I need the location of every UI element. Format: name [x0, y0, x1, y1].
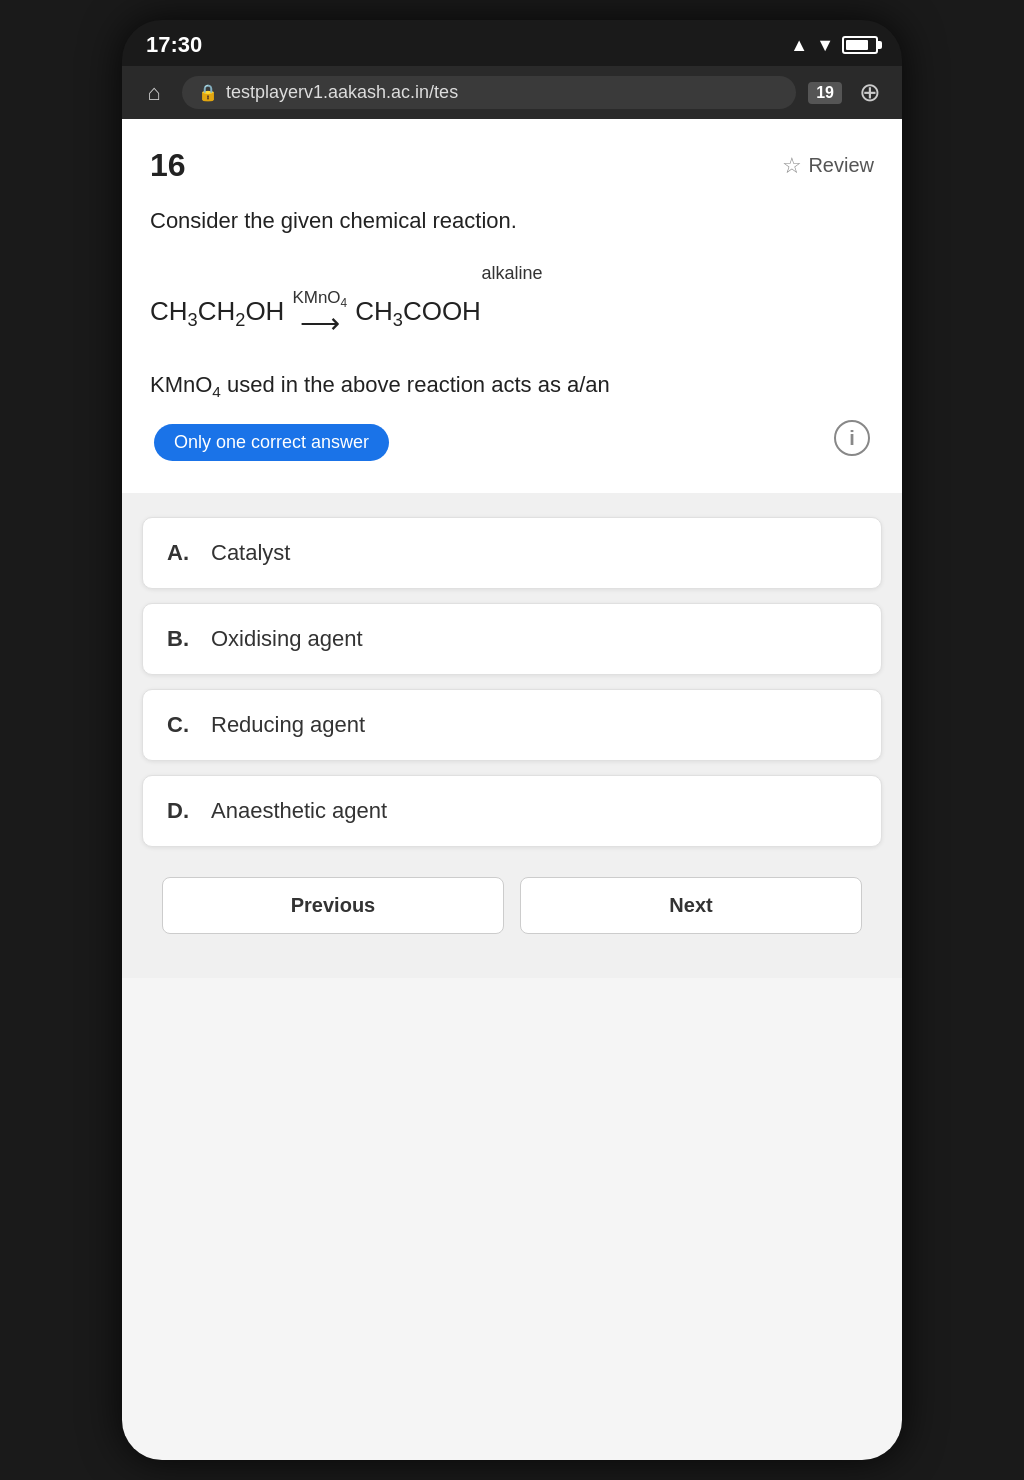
arrow-container: KMnO4 ⟶	[292, 288, 347, 338]
question-number: 16	[150, 147, 186, 184]
status-bar: 17:30 ▲ ▼	[122, 20, 902, 66]
status-icons: ▲ ▼	[790, 35, 878, 56]
url-bar[interactable]: 🔒 testplayerv1.aakash.ac.in/tes	[182, 76, 796, 109]
url-text: testplayerv1.aakash.ac.in/tes	[226, 82, 458, 103]
review-button[interactable]: ☆ Review	[782, 153, 874, 179]
time-display: 17:30	[146, 32, 202, 58]
option-b-text: Oxidising agent	[211, 626, 363, 652]
badge-row: Only one correct answer i	[150, 404, 874, 473]
option-c-label: C.	[167, 712, 195, 738]
option-a[interactable]: A. Catalyst	[142, 517, 882, 589]
option-b-label: B.	[167, 626, 195, 652]
question-header: 16 ☆ Review	[150, 147, 874, 184]
reaction-arrow: ⟶	[300, 310, 340, 338]
signal-icon: ▲	[790, 35, 808, 56]
menu-button[interactable]: ⊕	[854, 77, 886, 109]
question-text: Consider the given chemical reaction.	[150, 204, 874, 237]
main-content: 16 ☆ Review Consider the given chemical …	[122, 119, 902, 1460]
review-label: Review	[808, 154, 874, 177]
option-c-text: Reducing agent	[211, 712, 365, 738]
answer-type-badge: Only one correct answer	[154, 424, 389, 461]
option-b[interactable]: B. Oxidising agent	[142, 603, 882, 675]
option-d-text: Anaesthetic agent	[211, 798, 387, 824]
lock-icon: 🔒	[198, 83, 218, 102]
reaction-container: alkaline CH3CH2OH KMnO4 ⟶ CH3COOH	[150, 253, 874, 352]
reagent-label: KMnO4	[292, 288, 347, 310]
option-d[interactable]: D. Anaesthetic agent	[142, 775, 882, 847]
option-a-text: Catalyst	[211, 540, 290, 566]
previous-button[interactable]: Previous	[162, 877, 504, 934]
browser-bar: ⌂ 🔒 testplayerv1.aakash.ac.in/tes 19 ⊕	[122, 66, 902, 119]
product: CH3COOH	[355, 296, 481, 331]
option-d-label: D.	[167, 798, 195, 824]
question-card: 16 ☆ Review Consider the given chemical …	[122, 119, 902, 493]
wifi-icon: ▼	[816, 35, 834, 56]
home-button[interactable]: ⌂	[138, 77, 170, 109]
info-icon[interactable]: i	[834, 420, 870, 456]
next-button[interactable]: Next	[520, 877, 862, 934]
battery-icon	[842, 36, 878, 54]
sub-question-text: KMnO4 used in the above reaction acts as…	[150, 368, 874, 404]
options-container: A. Catalyst B. Oxidising agent C. Reduci…	[122, 493, 902, 978]
option-a-label: A.	[167, 540, 195, 566]
reaction-equation: CH3CH2OH KMnO4 ⟶ CH3COOH	[150, 288, 874, 338]
nav-buttons: Previous Next	[142, 861, 882, 958]
reactant: CH3CH2OH	[150, 296, 284, 331]
option-c[interactable]: C. Reducing agent	[142, 689, 882, 761]
tab-count[interactable]: 19	[808, 82, 842, 104]
phone-frame: 17:30 ▲ ▼ ⌂ 🔒 testplayerv1.aakash.ac.in/…	[122, 20, 902, 1460]
reaction-condition-label: alkaline	[150, 263, 874, 284]
star-icon: ☆	[782, 153, 802, 179]
